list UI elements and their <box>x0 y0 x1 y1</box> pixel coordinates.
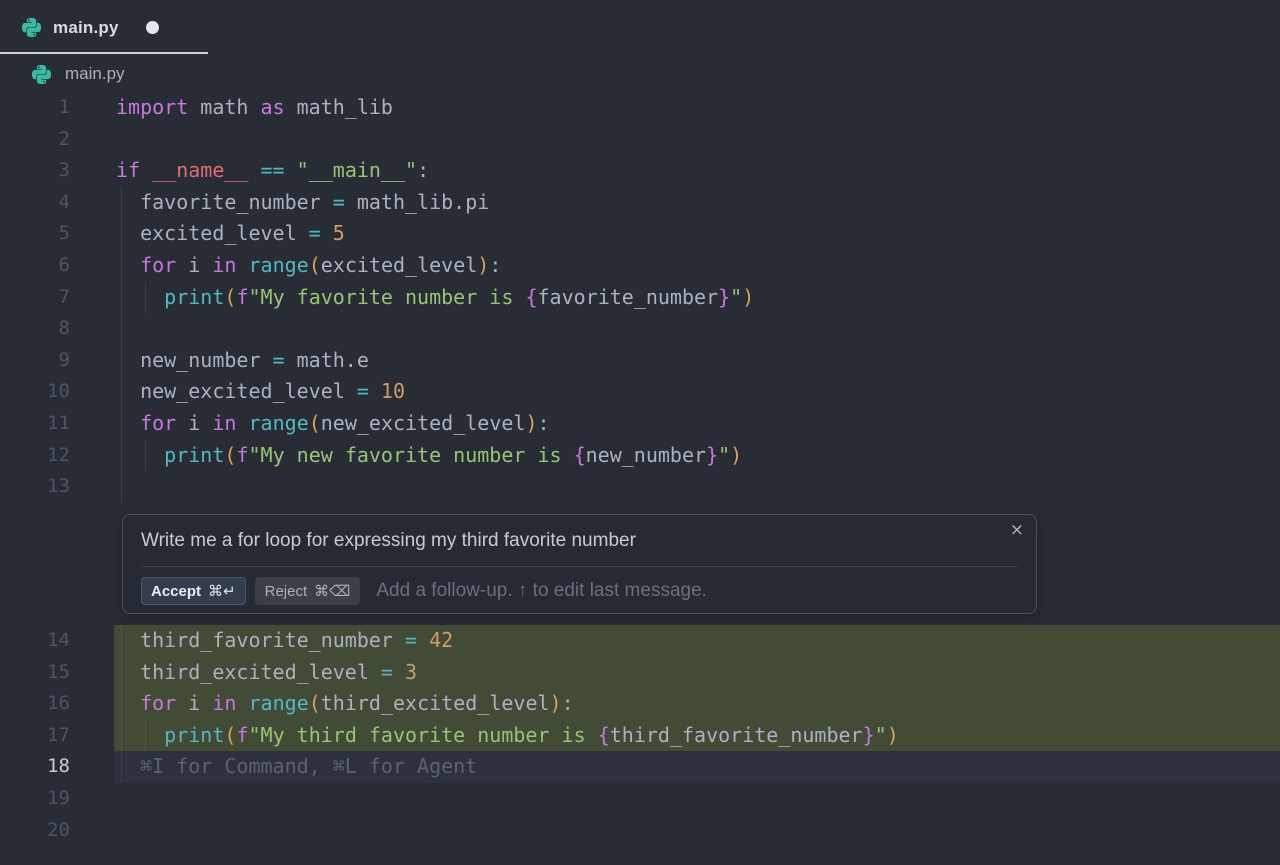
line-background <box>114 313 1280 345</box>
line-number: 12 <box>0 440 70 472</box>
line-background <box>114 815 1280 847</box>
close-icon[interactable]: × <box>1010 522 1024 539</box>
reject-label: Reject <box>265 583 308 600</box>
line-number: 20 <box>0 815 70 847</box>
line-number: 18 <box>0 751 70 783</box>
code-line-12[interactable]: 12 print(f"My new favorite number is {ne… <box>0 440 1280 472</box>
line-number: 4 <box>0 187 70 219</box>
line-number: 10 <box>0 376 70 408</box>
code-line-16[interactable]: 16 for i in range(third_excited_level): <box>0 688 1280 720</box>
code-text: print(f"My new favorite number is {new_n… <box>116 440 742 472</box>
python-icon <box>32 65 51 84</box>
code-line-18[interactable]: 18 ⌘I for Command, ⌘L for Agent <box>0 751 1280 783</box>
line-number: 13 <box>0 471 70 503</box>
breadcrumb-file: main.py <box>65 64 125 84</box>
line-number: 3 <box>0 155 70 187</box>
code-line-17[interactable]: 17 print(f"My third favorite number is {… <box>0 720 1280 752</box>
code-line-6[interactable]: 6 for i in range(excited_level): <box>0 250 1280 282</box>
modified-indicator-dot <box>146 21 159 34</box>
accept-shortcut: ⌘↵ <box>208 582 236 600</box>
tab-main-py[interactable]: main.py <box>0 0 208 55</box>
code-text: excited_level = 5 <box>116 218 345 250</box>
indent-guide <box>121 471 122 503</box>
breadcrumb[interactable]: main.py <box>0 55 1280 93</box>
line-number: 5 <box>0 218 70 250</box>
line-number: 2 <box>0 124 70 156</box>
tab-bar: main.py <box>0 0 1280 55</box>
followup-input[interactable] <box>374 579 1006 603</box>
code-line-2[interactable]: 2 <box>0 124 1280 156</box>
code-text: for i in range(excited_level): <box>116 250 501 282</box>
code-line-20[interactable]: 20 <box>0 815 1280 847</box>
python-icon <box>22 18 41 37</box>
reject-button[interactable]: Reject ⌘⌫ <box>255 577 361 605</box>
reject-shortcut: ⌘⌫ <box>314 582 350 600</box>
code-line-8[interactable]: 8 <box>0 313 1280 345</box>
line-background <box>114 783 1280 815</box>
code-text: for i in range(third_excited_level): <box>116 688 574 720</box>
line-background <box>114 124 1280 156</box>
code-text: print(f"My third favorite number is {thi… <box>116 720 899 752</box>
code-line-14[interactable]: 14 third_favorite_number = 42 <box>0 625 1280 657</box>
line-number: 1 <box>0 92 70 124</box>
dialog-actions: Accept ⌘↵ Reject ⌘⌫ <box>141 577 1006 605</box>
code-text: favorite_number = math_lib.pi <box>116 187 489 219</box>
tab-title: main.py <box>53 18 119 38</box>
indent-guide <box>121 313 122 345</box>
code-text: if __name__ == "__main__": <box>116 155 429 187</box>
code-line-19[interactable]: 19 <box>0 783 1280 815</box>
code-line-10[interactable]: 10 new_excited_level = 10 <box>0 376 1280 408</box>
code-text: new_excited_level = 10 <box>116 376 405 408</box>
code-text: for i in range(new_excited_level): <box>116 408 550 440</box>
code-text: print(f"My favorite number is {favorite_… <box>116 282 754 314</box>
line-number: 17 <box>0 720 70 752</box>
line-number: 15 <box>0 657 70 689</box>
code-line-13[interactable]: 13 <box>0 471 1280 503</box>
code-text: import math as math_lib <box>116 92 393 124</box>
line-number: 8 <box>0 313 70 345</box>
inline-chat-dialog: Write me a for loop for expressing my th… <box>122 514 1037 614</box>
line-number: 16 <box>0 688 70 720</box>
line-number: 11 <box>0 408 70 440</box>
code-line-3[interactable]: 3 if __name__ == "__main__": <box>0 155 1280 187</box>
line-background <box>114 471 1280 503</box>
dialog-divider <box>141 566 1018 567</box>
accept-label: Accept <box>151 583 201 600</box>
code-editor-lower: 14 third_favorite_number = 4215 third_ex… <box>0 625 1280 846</box>
accept-button[interactable]: Accept ⌘↵ <box>141 577 246 605</box>
code-editor-upper: 1 import math as math_lib 23 if __name__ ==… <box>0 92 1280 503</box>
code-line-1[interactable]: 1 import math as math_lib <box>0 92 1280 124</box>
code-line-15[interactable]: 15 third_excited_level = 3 <box>0 657 1280 689</box>
code-line-5[interactable]: 5 excited_level = 5 <box>0 218 1280 250</box>
line-number: 19 <box>0 783 70 815</box>
code-text: third_favorite_number = 42 <box>116 625 453 657</box>
line-number: 7 <box>0 282 70 314</box>
code-text: ⌘I for Command, ⌘L for Agent <box>116 751 477 783</box>
code-line-4[interactable]: 4 favorite_number = math_lib.pi <box>0 187 1280 219</box>
code-text: third_excited_level = 3 <box>116 657 417 689</box>
line-number: 6 <box>0 250 70 282</box>
line-number: 14 <box>0 625 70 657</box>
code-line-9[interactable]: 9 new_number = math.e <box>0 345 1280 377</box>
code-text: new_number = math.e <box>116 345 369 377</box>
code-line-11[interactable]: 11 for i in range(new_excited_level): <box>0 408 1280 440</box>
prompt-text: Write me a for loop for expressing my th… <box>141 530 636 552</box>
line-number: 9 <box>0 345 70 377</box>
code-line-7[interactable]: 7 print(f"My favorite number is {favorit… <box>0 282 1280 314</box>
